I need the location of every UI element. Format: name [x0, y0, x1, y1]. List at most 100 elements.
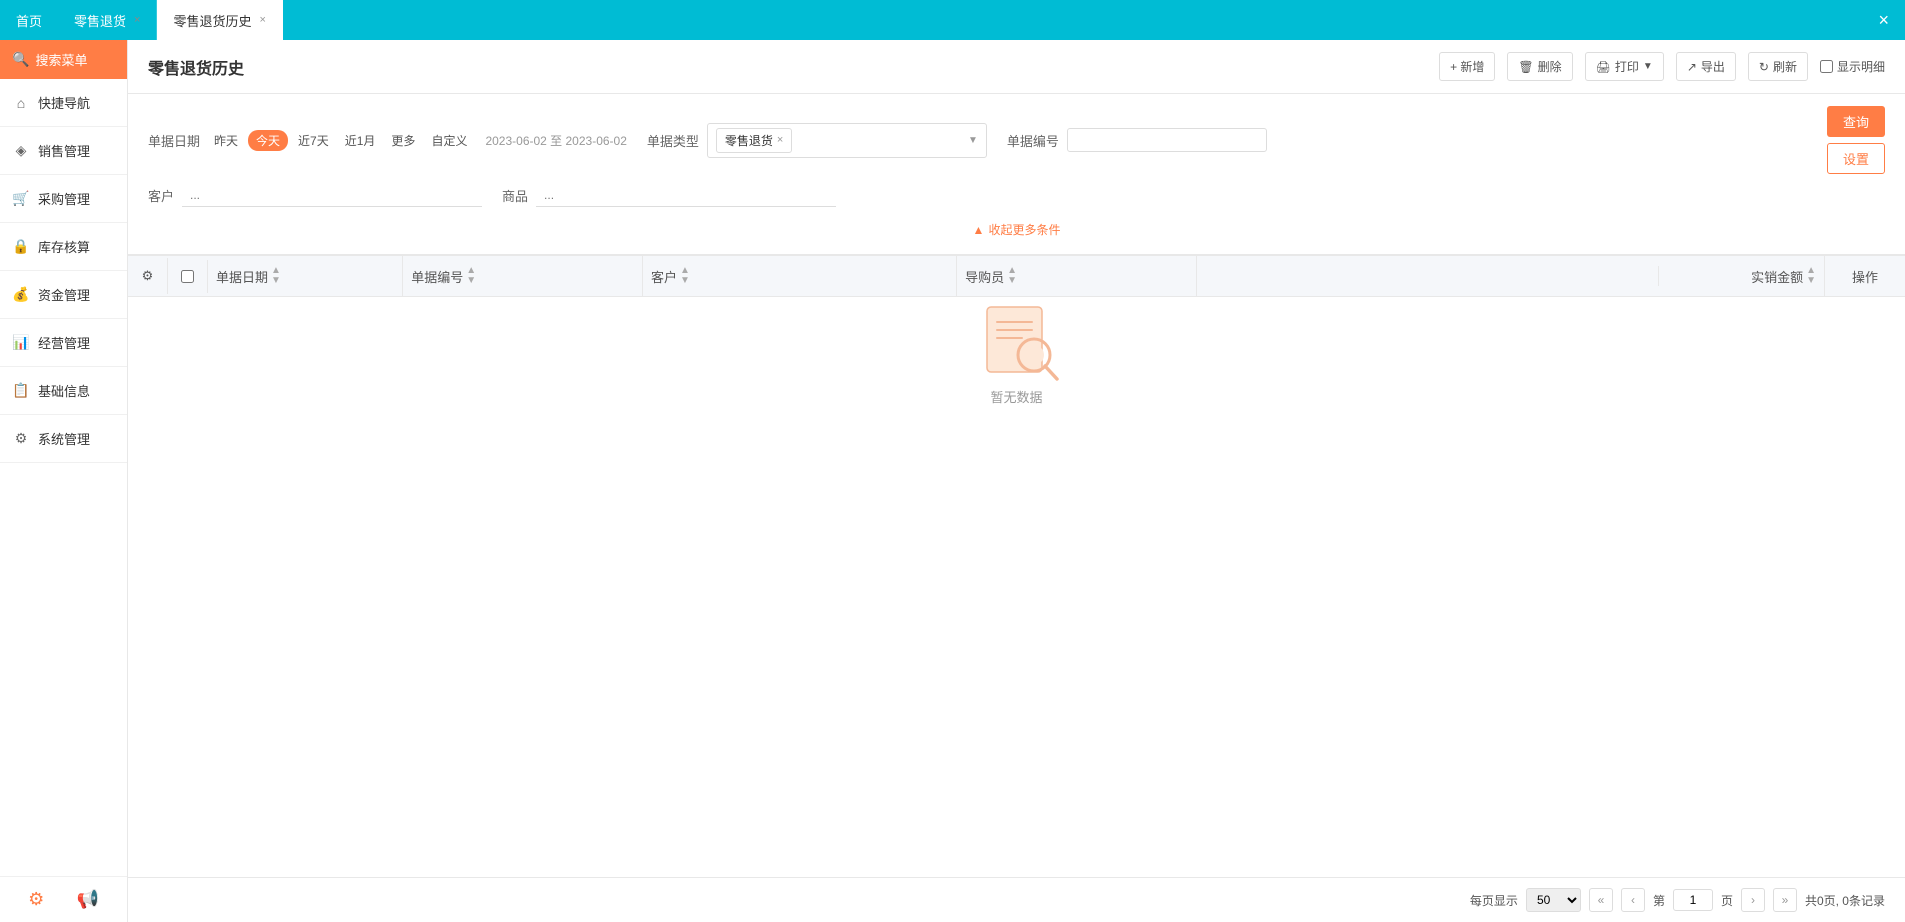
- sidebar-item-quick-nav-label: 快捷导航: [38, 93, 90, 112]
- collapse-button[interactable]: ▲ 收起更多条件: [961, 217, 1073, 242]
- sales-icon: ◈: [12, 142, 30, 160]
- tab-retail-return-close[interactable]: ×: [134, 14, 140, 26]
- delete-button[interactable]: 🗑 删除: [1507, 52, 1572, 81]
- sidebar-item-inventory[interactable]: 🔒 库存核算: [0, 223, 127, 271]
- export-label: 导出: [1701, 58, 1725, 75]
- tab-home[interactable]: 零售退货历史 首页: [0, 0, 58, 40]
- th-amount[interactable]: 实销金额 ▲▼: [1659, 256, 1825, 296]
- page-number-input[interactable]: [1673, 889, 1713, 911]
- type-tag-remove[interactable]: ×: [777, 134, 783, 146]
- sidebar-item-purchase-mgmt[interactable]: 🛒 采购管理: [0, 175, 127, 223]
- date-yesterday[interactable]: 昨天: [208, 130, 244, 151]
- sidebar-item-operations[interactable]: 📊 经营管理: [0, 319, 127, 367]
- sidebar-item-system[interactable]: ⚙ 系统管理: [0, 415, 127, 463]
- page-last-btn[interactable]: »: [1773, 888, 1797, 912]
- sidebar-item-sales-label: 销售管理: [38, 141, 90, 160]
- sidebar-item-finance-label: 资金管理: [38, 285, 90, 304]
- th-spacer: [1197, 266, 1660, 286]
- page-title: 零售退货历史: [148, 55, 244, 79]
- date-custom[interactable]: 自定义: [425, 130, 473, 151]
- customer-input[interactable]: [182, 184, 482, 207]
- trash-icon: 🗑: [1518, 60, 1533, 74]
- system-icon: ⚙: [12, 430, 30, 448]
- search-menu[interactable]: 🔍 搜索菜单: [0, 40, 127, 79]
- page-prev-btn[interactable]: ‹: [1621, 888, 1645, 912]
- th-checkbox[interactable]: [168, 260, 208, 293]
- show-detail-checkbox[interactable]: [1820, 60, 1833, 73]
- sidebar-item-basic-info[interactable]: 📋 基础信息: [0, 367, 127, 415]
- empty-illustration: [967, 297, 1067, 387]
- sidebar-item-sales-mgmt[interactable]: ◈ 销售管理: [0, 127, 127, 175]
- sort-icon-amount: ▲▼: [1806, 266, 1816, 286]
- tab-home-label: 首页: [16, 11, 42, 30]
- new-button[interactable]: + 新增: [1439, 52, 1495, 81]
- speaker-icon[interactable]: 📢: [76, 889, 98, 910]
- refresh-button[interactable]: ↻ 刷新: [1748, 52, 1808, 81]
- th-settings[interactable]: ⚙: [128, 258, 168, 294]
- sidebar: 🔍 搜索菜单 ⌂ 快捷导航 ◈ 销售管理 🛒 采购管理 🔒 库存核算 💰 资金管…: [0, 40, 128, 922]
- collapse-label: 收起更多条件: [988, 221, 1060, 238]
- window-close-btn[interactable]: ×: [1878, 10, 1889, 31]
- th-no[interactable]: 单据编号 ▲▼: [403, 256, 643, 296]
- tab-retail-return-history-close[interactable]: ×: [259, 14, 265, 26]
- collapse-arrow-icon: ▲: [973, 223, 985, 237]
- th-customer[interactable]: 客户 ▲▼: [643, 256, 957, 296]
- type-selector[interactable]: 零售退货 × ▼: [707, 123, 987, 158]
- th-action-label: 操作: [1852, 267, 1878, 286]
- operations-icon: 📊: [12, 334, 30, 352]
- tab-retail-return-label: 零售退货: [74, 11, 126, 30]
- table-body: 暂无数据: [128, 297, 1905, 877]
- tab-retail-return[interactable]: 零售退货 ×: [58, 0, 157, 40]
- date-7days[interactable]: 近7天: [292, 130, 335, 151]
- th-amount-label: 实销金额: [1751, 267, 1803, 286]
- filter-row-2: 客户 商品: [148, 184, 1885, 207]
- page-next-btn[interactable]: ›: [1741, 888, 1765, 912]
- sort-icon-no: ▲▼: [466, 266, 476, 286]
- content: 零售退货历史 + 新增 🗑 删除 🖨 打印 ▼ ↗ 导出: [128, 40, 1905, 922]
- export-button[interactable]: ↗ 导出: [1676, 52, 1736, 81]
- toolbar: + 新增 🗑 删除 🖨 打印 ▼ ↗ 导出 ↻ 刷新: [1439, 52, 1885, 81]
- date-range-text: 2023-06-02 至 2023-06-02: [485, 132, 626, 149]
- date-filter-label: 单据日期: [148, 131, 200, 150]
- date-more[interactable]: 更多: [385, 130, 421, 151]
- export-icon: ↗: [1687, 60, 1697, 74]
- pagination: 每页显示 50 20 100 « ‹ 第 页 › » 共0页, 0条记录: [128, 877, 1905, 922]
- sidebar-item-quick-nav[interactable]: ⌂ 快捷导航: [0, 79, 127, 127]
- query-button[interactable]: 查询: [1827, 106, 1885, 137]
- sidebar-item-finance[interactable]: 💰 资金管理: [0, 271, 127, 319]
- tab-retail-return-history[interactable]: 零售退货历史 ×: [157, 0, 282, 40]
- goods-filter: 商品: [502, 184, 836, 207]
- customer-filter: 客户: [148, 184, 482, 207]
- th-date-label: 单据日期: [216, 267, 268, 286]
- per-page-select[interactable]: 50 20 100: [1526, 888, 1581, 912]
- settings-icon: ⚙: [142, 268, 154, 284]
- print-icon: 🖨: [1596, 60, 1611, 74]
- th-date[interactable]: 单据日期 ▲▼: [208, 256, 403, 296]
- voucher-no-label: 单据编号: [1007, 131, 1059, 150]
- type-selector-content: 零售退货 ×: [716, 128, 968, 153]
- print-arrow-icon: ▼: [1643, 61, 1653, 72]
- th-guide[interactable]: 导购员 ▲▼: [957, 256, 1197, 296]
- delete-label: 删除: [1538, 58, 1562, 75]
- empty-state: 暂无数据: [128, 297, 1905, 406]
- per-page-label: 每页显示: [1470, 892, 1518, 909]
- setting-button[interactable]: 设置: [1827, 143, 1885, 174]
- date-1month[interactable]: 近1月: [339, 130, 382, 151]
- search-menu-label: 搜索菜单: [35, 50, 87, 69]
- page-header: 零售退货历史 + 新增 🗑 删除 🖨 打印 ▼ ↗ 导出: [128, 40, 1905, 94]
- sidebar-bottom: ⚙ 📢: [0, 876, 127, 922]
- select-all-checkbox[interactable]: [181, 270, 194, 283]
- voucher-no-input[interactable]: [1067, 128, 1267, 152]
- gear-icon[interactable]: ⚙: [28, 889, 44, 910]
- print-button[interactable]: 🖨 打印 ▼: [1585, 52, 1664, 81]
- show-detail-label: 显示明细: [1837, 58, 1885, 75]
- finance-icon: 💰: [12, 286, 30, 304]
- type-filter: 单据类型 零售退货 × ▼: [647, 123, 987, 158]
- sidebar-item-system-label: 系统管理: [38, 429, 90, 448]
- goods-input[interactable]: [536, 184, 836, 207]
- date-today[interactable]: 今天: [248, 130, 288, 151]
- show-detail-checkbox-label[interactable]: 显示明细: [1820, 58, 1885, 75]
- search-icon: 🔍: [12, 51, 29, 68]
- th-no-label: 单据编号: [411, 267, 463, 286]
- page-first-btn[interactable]: «: [1589, 888, 1613, 912]
